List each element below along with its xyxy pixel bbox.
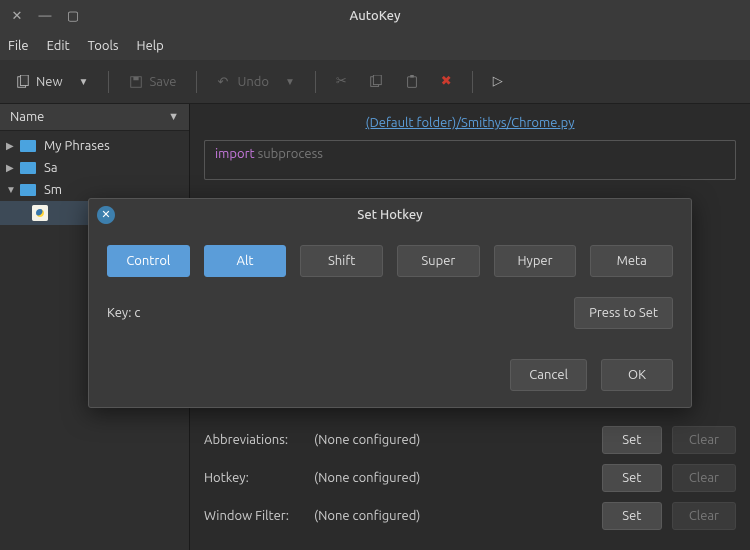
filter-label: Window Filter:	[204, 509, 314, 523]
window-title: AutoKey	[0, 9, 750, 23]
paste-icon[interactable]	[397, 71, 427, 93]
key-row: Key: c Press to Set	[107, 297, 673, 329]
menubar: File Edit Tools Help	[0, 32, 750, 60]
undo-label: Undo	[237, 75, 269, 89]
abbr-value: (None configured)	[314, 433, 592, 447]
separator	[315, 71, 316, 93]
menu-file[interactable]: File	[8, 39, 29, 53]
new-label: New	[36, 75, 63, 89]
sidebar-header[interactable]: Name ▼	[0, 104, 189, 131]
chevron-down-icon: ▼	[168, 111, 179, 123]
toolbar: New ▼ Save ↶ Undo ▼ ✂ ✖ ▷	[0, 60, 750, 104]
hotkey-clear-button[interactable]: Clear	[672, 464, 736, 492]
mod-meta-button[interactable]: Meta	[590, 245, 673, 277]
caret-icon: ▶	[6, 162, 16, 174]
ok-button[interactable]: OK	[601, 359, 673, 391]
properties-panel: Abbreviations: (None configured) Set Cle…	[204, 426, 736, 540]
abbr-clear-button[interactable]: Clear	[672, 426, 736, 454]
row-abbreviations: Abbreviations: (None configured) Set Cle…	[204, 426, 736, 454]
menu-edit[interactable]: Edit	[47, 39, 70, 53]
separator	[196, 71, 197, 93]
separator	[108, 71, 109, 93]
editor-text: subprocess	[258, 147, 323, 161]
new-button[interactable]: New ▼	[8, 71, 96, 93]
file-path: (Default folder)/Smithys/Chrome.py	[204, 110, 736, 140]
folder-icon	[20, 184, 36, 196]
separator	[472, 71, 473, 93]
code-editor[interactable]: import subprocess	[204, 140, 736, 180]
save-label: Save	[149, 75, 176, 89]
undo-button[interactable]: ↶ Undo ▼	[209, 71, 302, 93]
chevron-down-icon: ▼	[285, 76, 295, 88]
mod-hyper-button[interactable]: Hyper	[494, 245, 577, 277]
hotkey-value: (None configured)	[314, 471, 592, 485]
undo-icon: ↶	[217, 75, 231, 89]
mod-super-button[interactable]: Super	[397, 245, 480, 277]
chevron-down-icon: ▼	[79, 76, 89, 88]
cut-icon[interactable]: ✂	[328, 70, 355, 93]
delete-icon[interactable]: ✖	[433, 70, 460, 93]
save-button[interactable]: Save	[121, 71, 184, 93]
tree-label: Sa	[44, 161, 58, 175]
abbr-set-button[interactable]: Set	[602, 426, 662, 454]
folder-icon	[20, 140, 36, 152]
tree-label: Sm	[44, 183, 62, 197]
mod-alt-button[interactable]: Alt	[204, 245, 287, 277]
run-icon[interactable]: ▷	[485, 70, 511, 93]
tree-folder-my-phrases[interactable]: ▶ My Phrases	[0, 135, 189, 157]
dialog-titlebar: ✕ Set Hotkey	[89, 199, 691, 231]
cancel-button[interactable]: Cancel	[510, 359, 587, 391]
new-icon	[16, 75, 30, 89]
filter-value: (None configured)	[314, 509, 592, 523]
row-hotkey: Hotkey: (None configured) Set Clear	[204, 464, 736, 492]
menu-help[interactable]: Help	[137, 39, 164, 53]
caret-icon: ▼	[6, 184, 16, 196]
abbr-label: Abbreviations:	[204, 433, 314, 447]
key-label: Key: c	[107, 306, 140, 320]
file-path-link[interactable]: (Default folder)/Smithys/Chrome.py	[366, 116, 575, 130]
modifier-row: Control Alt Shift Super Hyper Meta	[107, 245, 673, 277]
set-hotkey-dialog: ✕ Set Hotkey Control Alt Shift Super Hyp…	[88, 198, 692, 408]
tree-folder-sa[interactable]: ▶ Sa	[0, 157, 189, 179]
caret-icon: ▶	[6, 140, 16, 152]
dialog-close-icon[interactable]: ✕	[97, 206, 115, 224]
press-to-set-button[interactable]: Press to Set	[574, 297, 673, 329]
dialog-body: Control Alt Shift Super Hyper Meta Key: …	[89, 231, 691, 359]
menu-tools[interactable]: Tools	[88, 39, 119, 53]
titlebar: ✕ — ▢ AutoKey	[0, 0, 750, 32]
dialog-footer: Cancel OK	[89, 359, 691, 407]
filter-set-button[interactable]: Set	[602, 502, 662, 530]
filter-clear-button[interactable]: Clear	[672, 502, 736, 530]
row-window-filter: Window Filter: (None configured) Set Cle…	[204, 502, 736, 530]
mod-shift-button[interactable]: Shift	[300, 245, 383, 277]
folder-icon	[20, 162, 36, 174]
mod-control-button[interactable]: Control	[107, 245, 190, 277]
python-icon	[32, 205, 48, 221]
sidebar-header-label: Name	[10, 110, 44, 124]
hotkey-label: Hotkey:	[204, 471, 314, 485]
tree-label: My Phrases	[44, 139, 110, 153]
save-icon	[129, 75, 143, 89]
copy-icon[interactable]	[361, 71, 391, 93]
dialog-title: Set Hotkey	[357, 208, 422, 222]
hotkey-set-button[interactable]: Set	[602, 464, 662, 492]
